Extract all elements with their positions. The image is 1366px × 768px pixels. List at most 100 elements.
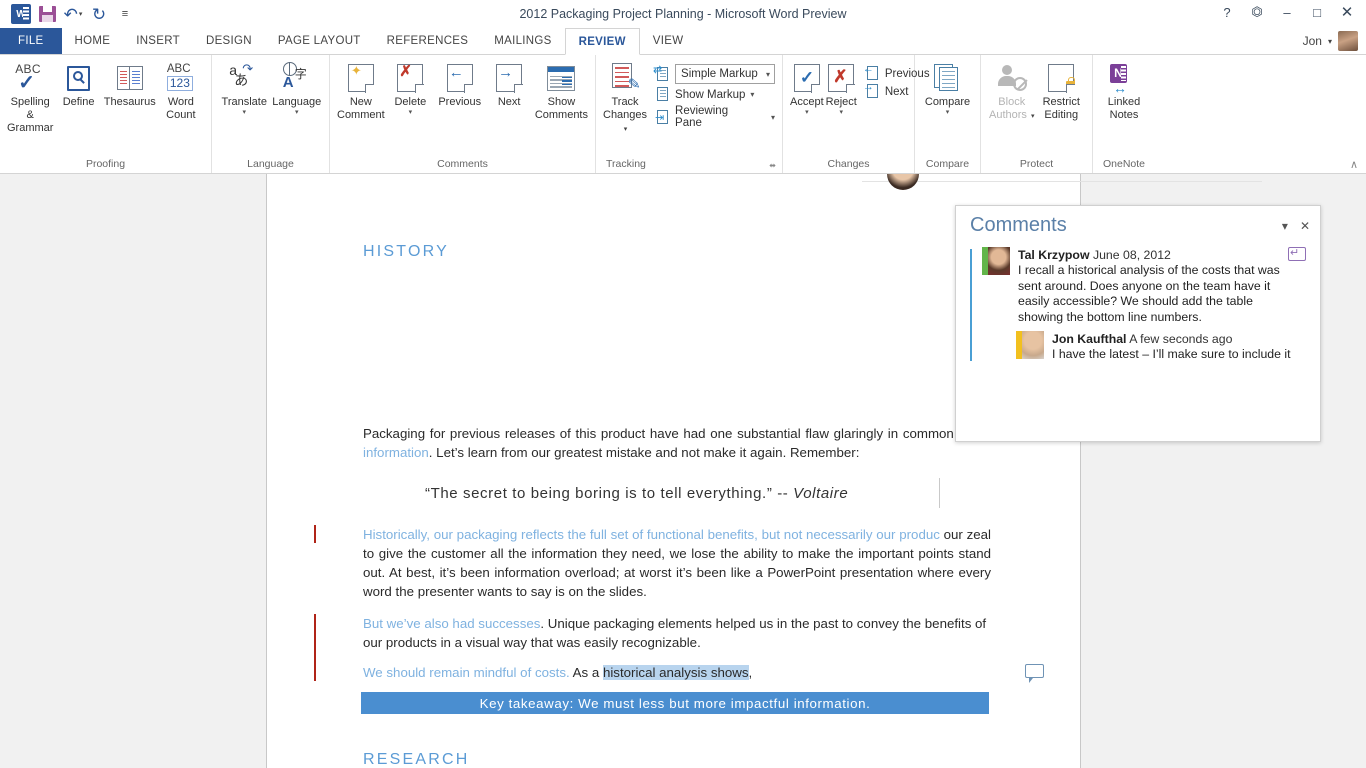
- thesaurus-button[interactable]: Thesaurus: [103, 60, 157, 111]
- customize-qat-icon: ≡: [122, 8, 128, 20]
- restrict-editing-button[interactable]: Restrict Editing: [1037, 60, 1087, 124]
- compare-icon: [934, 62, 962, 94]
- delete-comment-icon: ✗: [397, 62, 423, 94]
- show-markup-label: Show Markup: [675, 89, 745, 101]
- accept-caret-icon: ▾: [805, 110, 809, 116]
- minimize-button[interactable]: –: [1272, 0, 1302, 24]
- customize-qat-button[interactable]: ≡: [112, 2, 138, 26]
- paragraph-2[interactable]: Historically, our packaging reflects the…: [363, 525, 991, 601]
- define-button[interactable]: Define: [54, 60, 102, 111]
- change-bar-paragraph-4: [314, 625, 316, 681]
- comment-text: I recall a historical analysis of the co…: [1018, 263, 1280, 325]
- spelling-grammar-label-1: Spelling &: [7, 96, 53, 122]
- undo-caret-icon: ▾: [79, 10, 83, 18]
- tab-view[interactable]: VIEW: [640, 28, 697, 54]
- account-name: Jon: [1303, 34, 1322, 48]
- comment-marker-icon[interactable]: [1025, 664, 1045, 682]
- show-comments-label-2: Comments: [535, 109, 588, 122]
- track-changes-icon: ✎: [610, 62, 640, 94]
- tab-references[interactable]: REFERENCES: [374, 28, 482, 54]
- comments-pane[interactable]: Comments ▾ ✕ Tal Krzypow June 08, 2012 I…: [955, 205, 1321, 442]
- word-count-button[interactable]: ABC123 Word Count: [157, 60, 205, 124]
- paragraph-1[interactable]: Packaging for previous releases of this …: [363, 424, 991, 462]
- comments-pane-close-icon[interactable]: ✕: [1300, 219, 1310, 233]
- quick-access-toolbar: W ↶▾ ↻ ≡: [0, 0, 138, 28]
- ribbon-group-language: a↷あ Translate ▾ A字 Language ▾ Language: [212, 55, 330, 173]
- comment-reply-item[interactable]: Jon Kaufthal A few seconds ago I have th…: [982, 331, 1306, 363]
- translate-button[interactable]: a↷あ Translate ▾: [218, 60, 271, 118]
- tab-review[interactable]: REVIEW: [565, 28, 640, 55]
- comment-item[interactable]: Tal Krzypow June 08, 2012 I recall a his…: [982, 247, 1306, 325]
- p4-end: ,: [749, 665, 753, 680]
- help-button[interactable]: ?: [1212, 0, 1242, 24]
- ribbon-group-protect: Block Authors ▾ Restrict Editing Protect: [981, 55, 1093, 173]
- ribbon-display-options-button[interactable]: ⏣: [1242, 0, 1272, 24]
- tab-insert[interactable]: INSERT: [123, 28, 193, 54]
- comments-pane-title: Comments: [970, 214, 1067, 237]
- tracking-dialog-launcher[interactable]: ⬌: [769, 161, 776, 170]
- tab-home[interactable]: HOME: [62, 28, 124, 54]
- account-menu[interactable]: Jon ▾: [1303, 28, 1366, 54]
- translate-label: Translate: [222, 96, 267, 109]
- new-comment-button[interactable]: ✦ New Comment: [336, 60, 386, 124]
- p4-selected-text: historical analysis shows: [603, 665, 749, 680]
- group-label-language: Language: [214, 158, 327, 173]
- comment-reply-text: I have the latest – I’ll make sure to in…: [1052, 347, 1306, 363]
- comment-thread: Tal Krzypow June 08, 2012 I recall a his…: [970, 247, 1306, 363]
- comments-pane-collapse-icon[interactable]: ▾: [1282, 219, 1288, 233]
- linked-notes-button[interactable]: N↔ Linked Notes: [1099, 60, 1149, 124]
- window-controls: ? ⏣ – □ ✕: [1212, 0, 1366, 28]
- translate-icon: a↷あ: [228, 62, 260, 94]
- tab-mailings[interactable]: MAILINGS: [481, 28, 564, 54]
- undo-button[interactable]: ↶▾: [60, 2, 86, 26]
- delete-comment-caret-icon: ▾: [409, 110, 413, 116]
- tab-design[interactable]: DESIGN: [193, 28, 265, 54]
- tab-page-layout[interactable]: PAGE LAYOUT: [265, 28, 374, 54]
- markup-view-caret-icon: ▾: [766, 70, 770, 79]
- reply-icon[interactable]: ↵: [1288, 247, 1306, 261]
- track-changes-button[interactable]: ✎ Track Changes ▾: [602, 60, 648, 137]
- p1-run-normal-2: . Let’s learn from our greatest mistake …: [429, 445, 860, 460]
- comment-body: Tal Krzypow June 08, 2012 I recall a his…: [1018, 247, 1280, 325]
- show-markup-button[interactable]: Show Markup ▾: [654, 87, 775, 102]
- heading-research: RESEARCH: [363, 750, 991, 768]
- compare-button[interactable]: Compare ▾: [921, 60, 974, 118]
- paragraph-3[interactable]: But we’ve also had successes. Unique pac…: [363, 614, 991, 652]
- comment-reply-body: Jon Kaufthal A few seconds ago I have th…: [1052, 331, 1306, 363]
- save-button[interactable]: [34, 2, 60, 26]
- comment-balloon-tail: [1029, 678, 1033, 683]
- reject-button[interactable]: ✗ Reject ▾: [825, 60, 858, 118]
- reply-icon-arrow: ↵: [1290, 248, 1299, 259]
- block-authors-caret-icon: ▾: [1031, 113, 1035, 120]
- thesaurus-label: Thesaurus: [104, 96, 156, 109]
- quote-text: “The secret to being boring is to tell e…: [425, 485, 793, 502]
- reviewing-pane-icon: ⇥: [654, 110, 670, 125]
- language-button[interactable]: A字 Language ▾: [271, 60, 324, 118]
- block-authors-label-2: Authors: [989, 109, 1027, 121]
- group-label-tracking-text: Tracking: [606, 158, 646, 170]
- maximize-button[interactable]: □: [1302, 0, 1332, 24]
- ribbon-group-tracking: ✎ Track Changes ▾ ⇄ Simple Markup ▾: [596, 55, 783, 173]
- redo-button[interactable]: ↻: [86, 2, 112, 26]
- collapse-ribbon-button[interactable]: ∧: [1350, 158, 1358, 171]
- markup-view-combo[interactable]: Simple Markup ▾: [675, 64, 775, 84]
- avatar: [1016, 331, 1044, 359]
- previous-comment-button[interactable]: ← Previous: [435, 60, 484, 111]
- show-comments-button[interactable]: Show Comments: [534, 60, 589, 124]
- restrict-editing-label-1: Restrict: [1043, 96, 1080, 109]
- reviewing-pane-button[interactable]: ⇥ Reviewing Pane ▾: [654, 105, 775, 129]
- define-label: Define: [63, 96, 95, 109]
- delete-comment-button[interactable]: ✗ Delete ▾: [386, 60, 435, 118]
- pull-quote[interactable]: “The secret to being boring is to tell e…: [425, 484, 985, 503]
- comment-meta: Tal Krzypow June 08, 2012: [1018, 247, 1280, 263]
- next-comment-button[interactable]: → Next: [484, 60, 533, 111]
- accept-button[interactable]: ✓ Accept ▾: [789, 60, 825, 118]
- paragraph-4[interactable]: We should remain mindful of costs. As a …: [363, 663, 991, 682]
- tab-file[interactable]: FILE: [0, 28, 62, 54]
- new-comment-icon: ✦: [348, 62, 374, 94]
- comments-pane-controls: ▾ ✕: [1282, 219, 1310, 233]
- close-button[interactable]: ✕: [1332, 0, 1362, 24]
- spelling-grammar-button[interactable]: ABC✓ Spelling & Grammar: [6, 60, 54, 137]
- block-authors-button[interactable]: Block Authors ▾: [987, 60, 1037, 124]
- key-takeaway-line[interactable]: Key takeaway: We must less but more impa…: [361, 692, 989, 714]
